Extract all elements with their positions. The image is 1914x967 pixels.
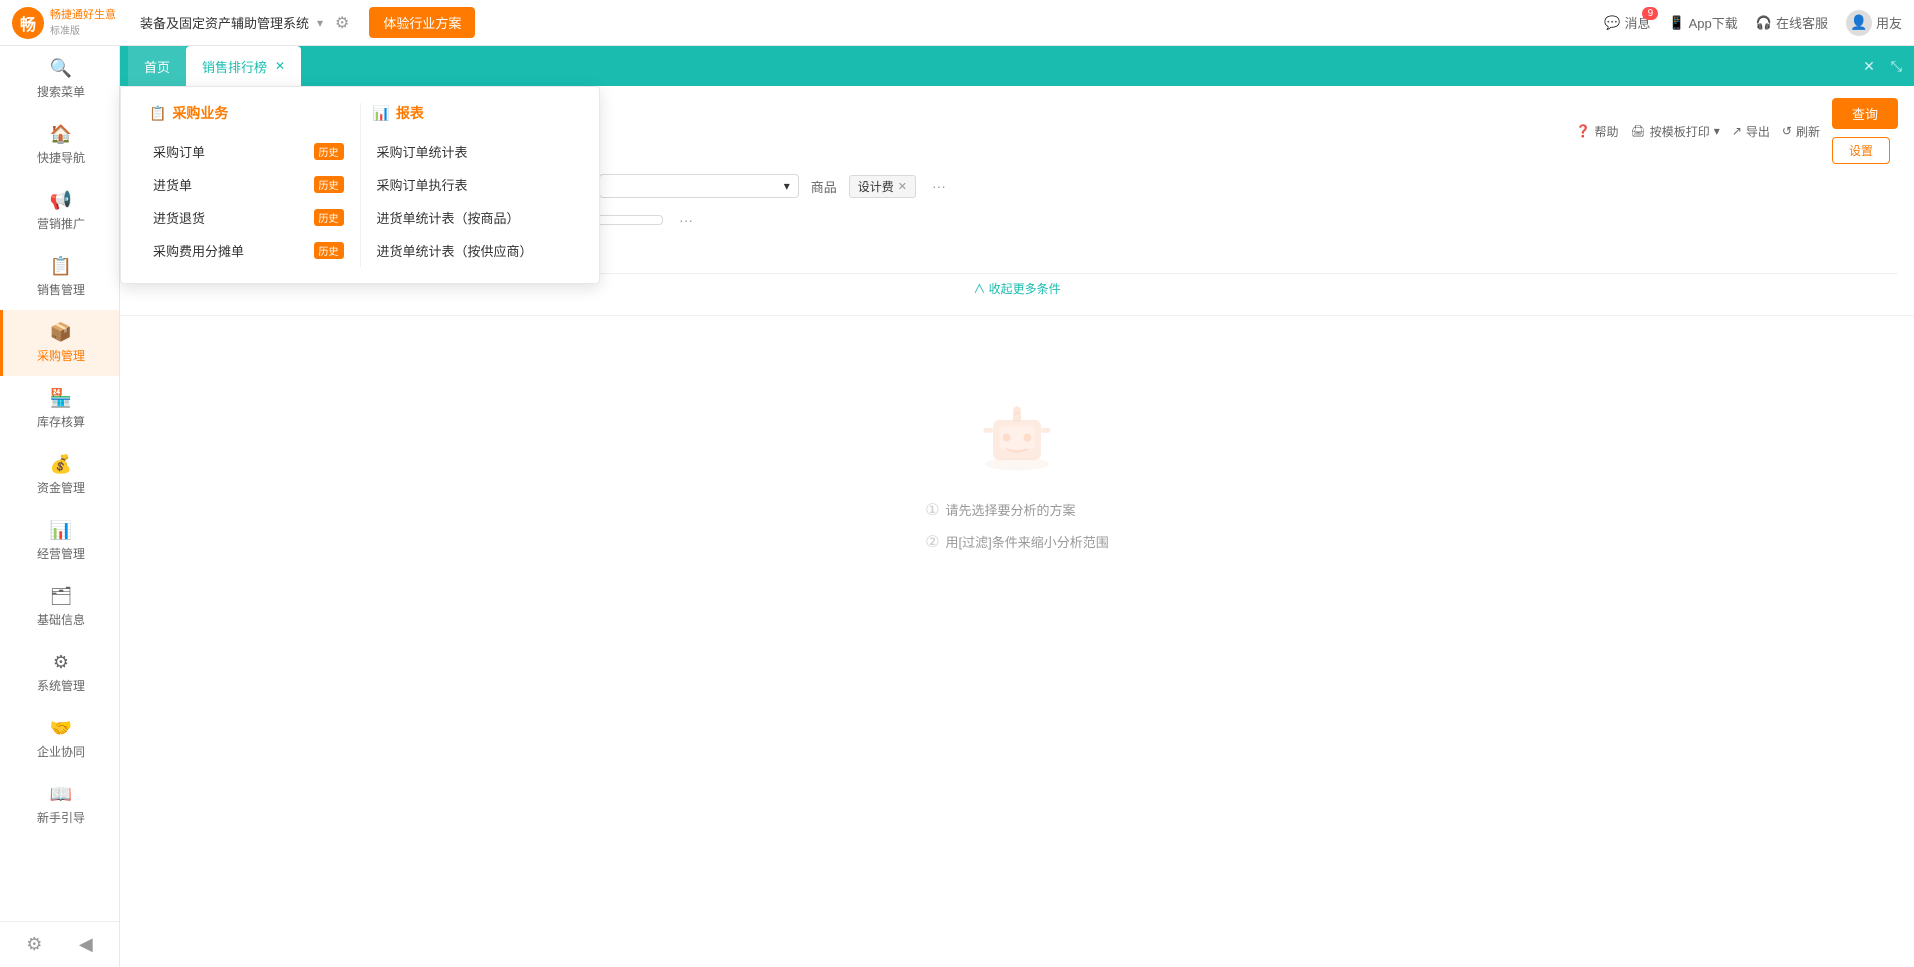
sidebar-item-inventory[interactable]: 🏪 库存核算 — [0, 376, 119, 442]
logo-icon: 畅 — [12, 7, 44, 39]
purchase-expense-history-badge: 历史 — [314, 242, 344, 259]
print-icon: 🖨 — [1631, 124, 1646, 138]
refresh-icon: ↺ — [1782, 124, 1792, 138]
sidebar-item-purchase[interactable]: 📦 采购管理 — [0, 310, 119, 376]
avatar: 👤 — [1846, 10, 1872, 36]
basic-info-icon: 🗂 — [50, 586, 73, 607]
empty-robot — [967, 396, 1067, 479]
select-arrow: ▾ — [784, 179, 790, 193]
sidebar-collapse-icon[interactable]: ◀ — [79, 934, 93, 955]
purchase-report-section: 📊 报表 采购订单统计表 采购订单执行表 进货单统计表（按商品） 进货单统计表（… — [361, 103, 584, 267]
export-action[interactable]: ↗ 导出 — [1732, 123, 1770, 140]
tab-home[interactable]: 首页 — [128, 46, 186, 86]
purchase-order-stat-item[interactable]: 采购订单统计表 — [373, 135, 572, 168]
tab-close-icon[interactable]: ✕ — [275, 59, 285, 73]
sidebar-item-search[interactable]: 🔍 搜索菜单 — [0, 46, 119, 112]
inventory-icon: 🏪 — [50, 388, 72, 409]
tab-bar-right: ✕ ⤡ — [1859, 54, 1906, 79]
headset-icon: 🎧 — [1756, 15, 1772, 31]
online-service-item[interactable]: 🎧 在线客服 — [1756, 13, 1828, 32]
purchase-report-title: 📊 报表 — [373, 103, 572, 123]
message-icon: 💬 — [1604, 15, 1620, 31]
purchase-dropdown-panel: 📋 采购业务 采购订单 历史 进货单 历史 进货退货 历史 采购费用分摊单 历史 — [120, 86, 600, 284]
tab-bar: 首页 销售排行榜 ✕ ✕ ⤡ — [120, 46, 1914, 86]
sidebar: 🔍 搜索菜单 🏠 快捷导航 📢 营销推广 📋 销售管理 📦 采购管理 🏪 库存核… — [0, 46, 120, 967]
bill-status-select[interactable]: ▾ — [599, 174, 799, 198]
refresh-action[interactable]: ↺ 刷新 — [1782, 123, 1820, 140]
purchase-return-item[interactable]: 进货退货 历史 — [149, 201, 348, 234]
chevron-up-icon: ∧ — [973, 282, 985, 296]
phone-icon: 📱 — [1668, 15, 1684, 31]
settings-icon[interactable]: ⚙ — [335, 13, 349, 33]
purchase-expense-item[interactable]: 采购费用分摊单 历史 — [149, 234, 348, 267]
setting-button[interactable]: 设置 — [1832, 137, 1890, 164]
purchase-icon: 📦 — [50, 322, 72, 343]
sidebar-bottom: ⚙ ◀ — [0, 921, 119, 967]
search-icon: 🔍 — [50, 58, 72, 79]
sales-icon: 📋 — [50, 256, 72, 277]
salesperson-dots[interactable]: ··· — [679, 212, 693, 228]
purchase-order-history-badge: 历史 — [314, 143, 344, 160]
system-title: 装备及固定资产辅助管理系统 — [140, 13, 309, 32]
user-item[interactable]: 👤 用友 — [1846, 10, 1902, 36]
bottom-settings-icon[interactable]: ⚙ — [26, 934, 42, 955]
system-dropdown-arrow[interactable]: ▾ — [317, 16, 323, 30]
system-icon: ⚙ — [53, 652, 69, 673]
receipt-stat-supplier-item[interactable]: 进货单统计表（按供应商） — [373, 234, 572, 267]
logo-text: 畅捷通好生意 标准版 — [50, 8, 116, 37]
goods-dots[interactable]: ··· — [932, 178, 946, 194]
operations-icon: 📊 — [50, 520, 72, 541]
help-action[interactable]: ❓ 帮助 — [1576, 123, 1619, 140]
empty-state: ① 请先选择要分析的方案 ② 用[过滤]条件来缩小分析范围 — [120, 316, 1914, 639]
print-action[interactable]: 🖨 按模板打印 ▾ — [1631, 123, 1720, 140]
sidebar-item-operations[interactable]: 📊 经营管理 — [0, 508, 119, 574]
goods-tag: 设计费 ✕ — [849, 175, 916, 198]
empty-hints: ① 请先选择要分析的方案 ② 用[过滤]条件来缩小分析范围 — [925, 495, 1109, 559]
system-title-area: 装备及固定资产辅助管理系统 ▾ ⚙ 体验行业方案 — [140, 7, 1604, 38]
sidebar-item-system[interactable]: ⚙ 系统管理 — [0, 640, 119, 706]
goods-label: 商品 — [811, 177, 837, 196]
header-right: 💬 消息 9 📱 App下载 🎧 在线客服 👤 用友 — [1604, 10, 1902, 36]
sidebar-item-basic-info[interactable]: 🗂 基础信息 — [0, 574, 119, 640]
receipt-stat-product-item[interactable]: 进货单统计表（按商品） — [373, 201, 572, 234]
export-icon: ↗ — [1732, 124, 1742, 138]
message-badge: 9 — [1642, 7, 1658, 20]
sidebar-item-marketing[interactable]: 📢 营销推广 — [0, 178, 119, 244]
tab-close-all-icon[interactable]: ✕ — [1859, 54, 1879, 79]
logo-area: 畅 畅捷通好生意 标准版 — [12, 7, 132, 39]
guide-icon: 📖 — [50, 784, 72, 805]
help-icon: ❓ — [1576, 124, 1591, 138]
app-download-item[interactable]: 📱 App下载 — [1668, 13, 1737, 32]
sidebar-item-quick-nav[interactable]: 🏠 快捷导航 — [0, 112, 119, 178]
message-item[interactable]: 💬 消息 9 — [1604, 13, 1650, 32]
purchase-business-title: 📋 采购业务 — [149, 103, 348, 123]
purchase-order-item[interactable]: 采购订单 历史 — [149, 135, 348, 168]
sidebar-item-enterprise[interactable]: 🤝 企业协同 — [0, 706, 119, 772]
print-dropdown-icon: ▾ — [1714, 124, 1720, 138]
purchase-return-history-badge: 历史 — [314, 209, 344, 226]
top-header: 畅 畅捷通好生意 标准版 装备及固定资产辅助管理系统 ▾ ⚙ 体验行业方案 💬 … — [0, 0, 1914, 46]
sidebar-item-finance[interactable]: 💰 资金管理 — [0, 442, 119, 508]
goods-tag-close[interactable]: ✕ — [898, 180, 907, 193]
home-icon: 🏠 — [50, 124, 72, 145]
purchase-report-icon: 📊 — [373, 105, 390, 122]
query-button[interactable]: 查询 — [1832, 98, 1898, 129]
purchase-receipt-history-badge: 历史 — [314, 176, 344, 193]
marketing-icon: 📢 — [50, 190, 72, 211]
tab-expand-icon[interactable]: ⤡ — [1887, 54, 1906, 79]
enterprise-icon: 🤝 — [50, 718, 72, 739]
sidebar-item-sales[interactable]: 📋 销售管理 — [0, 244, 119, 310]
purchase-business-icon: 📋 — [149, 105, 166, 122]
purchase-receipt-item[interactable]: 进货单 历史 — [149, 168, 348, 201]
tab-sales-rank[interactable]: 销售排行榜 ✕ — [186, 46, 301, 86]
purchase-order-exec-item[interactable]: 采购订单执行表 — [373, 168, 572, 201]
sidebar-item-guide[interactable]: 📖 新手引导 — [0, 772, 119, 838]
finance-icon: 💰 — [50, 454, 72, 475]
industry-btn[interactable]: 体验行业方案 — [369, 7, 475, 38]
purchase-business-section: 📋 采购业务 采购订单 历史 进货单 历史 进货退货 历史 采购费用分摊单 历史 — [137, 103, 361, 267]
